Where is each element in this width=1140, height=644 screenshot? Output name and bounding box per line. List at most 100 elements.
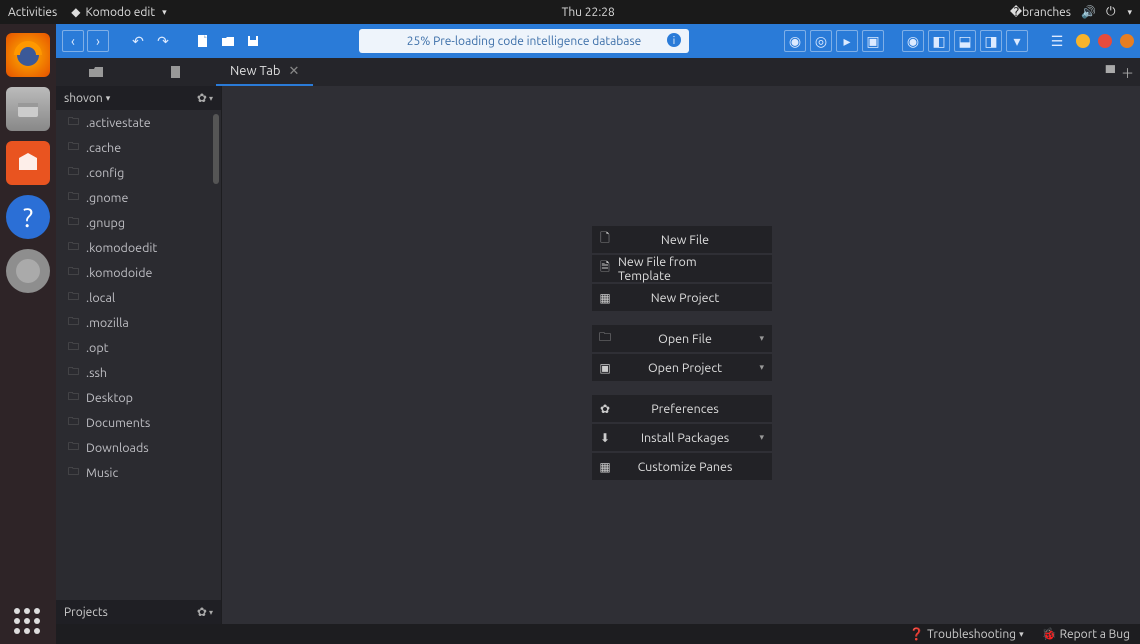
record2-button[interactable]: ▣	[862, 30, 884, 52]
places-item[interactable]: 🗀Downloads	[56, 435, 221, 460]
record-button[interactable]: ◉	[784, 30, 806, 52]
status-dot-yellow[interactable]	[1076, 34, 1090, 48]
places-item-label: .komodoide	[86, 266, 152, 280]
network-icon[interactable]: �branches	[1010, 5, 1071, 19]
places-item[interactable]: 🗀.gnome	[56, 185, 221, 210]
places-item[interactable]: 🗀.komodoide	[56, 260, 221, 285]
start-open-project[interactable]: ▣ Open Project ▾	[592, 354, 772, 381]
folder-icon: 🗀	[68, 338, 80, 357]
hamburger-menu[interactable]: ☰	[1046, 30, 1068, 52]
openfiles-pane-tab[interactable]	[136, 58, 216, 86]
nav-forward-button[interactable]: ›	[87, 30, 109, 52]
places-item[interactable]: 🗀.komodoedit	[56, 235, 221, 260]
places-pane-tab[interactable]	[56, 58, 136, 86]
folder-icon: 🗀	[68, 163, 80, 182]
play-button[interactable]: ▸	[836, 30, 858, 52]
places-item[interactable]: 🗀.ssh	[56, 360, 221, 385]
places-item-label: .config	[86, 166, 124, 180]
folder-icon: 🗀	[68, 388, 80, 407]
status-dot-red[interactable]	[1098, 34, 1112, 48]
start-preferences[interactable]: ✿ Preferences	[592, 395, 772, 422]
stop-button[interactable]: ◎	[810, 30, 832, 52]
places-item[interactable]: 🗀.local	[56, 285, 221, 310]
scrollbar[interactable]	[213, 114, 219, 184]
label: Preferences	[618, 402, 772, 416]
preview-button[interactable]: ◉	[902, 30, 924, 52]
pane-menu-button[interactable]: ▾	[1006, 30, 1028, 52]
places-item[interactable]: 🗀 Music	[56, 460, 221, 485]
dock-komodo[interactable]	[6, 249, 50, 293]
places-item[interactable]: 🗀 .config	[56, 160, 221, 185]
label: Open Project	[618, 361, 772, 375]
activities-button[interactable]: Activities	[8, 6, 57, 19]
folder-icon: 🗀	[68, 213, 80, 232]
start-new-project[interactable]: ▦ New Project	[592, 284, 772, 311]
dock-apps-grid[interactable]	[14, 608, 40, 634]
power-icon[interactable]: ⏻	[1106, 5, 1116, 19]
places-item-label: Music	[86, 466, 118, 480]
close-icon[interactable]: ✕	[289, 64, 300, 79]
pane-left-button[interactable]: ◧	[928, 30, 950, 52]
places-item-label: Downloads	[86, 441, 149, 455]
places-item-label: .activestate	[86, 116, 151, 130]
dock-firefox[interactable]	[6, 33, 50, 77]
pane-right-button[interactable]: ◨	[980, 30, 1002, 52]
places-gear-button[interactable]: ✿▾	[197, 91, 213, 105]
places-item[interactable]: 🗀 Desktop	[56, 385, 221, 410]
tab-strip: New Tab ✕ ▀ ＋	[56, 58, 1140, 86]
places-item[interactable]: 🗀.opt	[56, 335, 221, 360]
folder-icon: 🗀	[592, 328, 618, 349]
places-item-label: Desktop	[86, 391, 133, 405]
label: Customize Panes	[618, 460, 772, 474]
status-dot-orange[interactable]	[1120, 34, 1134, 48]
projects-gear-button[interactable]: ✿▾	[197, 605, 213, 619]
places-user-label: shovon	[64, 92, 103, 105]
dock-software-center[interactable]	[6, 141, 50, 185]
places-item[interactable]: 🗀.gnupg	[56, 210, 221, 235]
troubleshooting-button[interactable]: ❓ Troubleshooting ▾	[909, 627, 1023, 641]
undo-button[interactable]: ↶	[127, 30, 149, 52]
nav-back-button[interactable]: ‹	[62, 30, 84, 52]
places-item-label: .ssh	[86, 366, 107, 380]
places-list[interactable]: 🗀.activestate🗀.cache🗀.config🗀.gnome🗀.gnu…	[56, 110, 221, 600]
info-icon[interactable]: i	[667, 33, 681, 47]
app-menu[interactable]: ◆ Komodo edit ▾	[71, 5, 166, 19]
places-user-header[interactable]: shovon ▾ ✿▾	[56, 86, 221, 110]
pane-bottom-button[interactable]: ⬓	[954, 30, 976, 52]
report-bug-button[interactable]: 🐞 Report a Bug	[1042, 627, 1130, 641]
save-button[interactable]	[242, 30, 264, 52]
file-icon: 🗋	[592, 229, 618, 250]
folder-icon: 🗀	[68, 413, 80, 432]
new-tab-button[interactable]: ＋	[1121, 63, 1134, 82]
start-new-file[interactable]: 🗋 New File	[592, 226, 772, 253]
chevron-down-icon: ▾	[106, 93, 111, 104]
chevron-down-icon[interactable]: ▾	[1127, 7, 1132, 18]
komodo-window: ‹ › ↶ ↷ 25% Pre-loading code intelligenc…	[56, 24, 1140, 624]
projects-header[interactable]: Projects ✿▾	[56, 600, 221, 624]
tab-new[interactable]: New Tab ✕	[216, 58, 313, 86]
dock-files[interactable]	[6, 87, 50, 131]
editor-area: 🗋 New File 🗎 New File from Template ▦ Ne…	[222, 86, 1140, 624]
places-item[interactable]: 🗀.activestate	[56, 110, 221, 135]
places-item-label: .cache	[86, 141, 121, 155]
folder-icon: 🗀	[68, 463, 80, 482]
new-file-button[interactable]	[192, 30, 214, 52]
places-item[interactable]: 🗀Documents	[56, 410, 221, 435]
places-item[interactable]: 🗀.mozilla	[56, 310, 221, 335]
start-open-file[interactable]: 🗀 Open File ▾	[592, 325, 772, 352]
project-icon: ▦	[592, 291, 618, 305]
start-install-packages[interactable]: ⬇ Install Packages ▾	[592, 424, 772, 451]
chevron-down-icon: ▾	[759, 362, 764, 373]
clock[interactable]: Thu 22:28	[167, 6, 1010, 19]
start-customize-panes[interactable]: ▦ Customize Panes	[592, 453, 772, 480]
volume-icon[interactable]: 🔊	[1081, 5, 1096, 19]
open-button[interactable]	[217, 30, 239, 52]
redo-button[interactable]: ↷	[152, 30, 174, 52]
label: Troubleshooting	[927, 628, 1016, 641]
tab-list-icon[interactable]: ▀	[1106, 65, 1115, 80]
toolbar: ‹ › ↶ ↷ 25% Pre-loading code intelligenc…	[56, 24, 1140, 58]
start-new-file-template[interactable]: 🗎 New File from Template	[592, 255, 772, 282]
dock-help[interactable]: ?	[6, 195, 50, 239]
chevron-down-icon: ▾	[759, 432, 764, 443]
places-item[interactable]: 🗀.cache	[56, 135, 221, 160]
